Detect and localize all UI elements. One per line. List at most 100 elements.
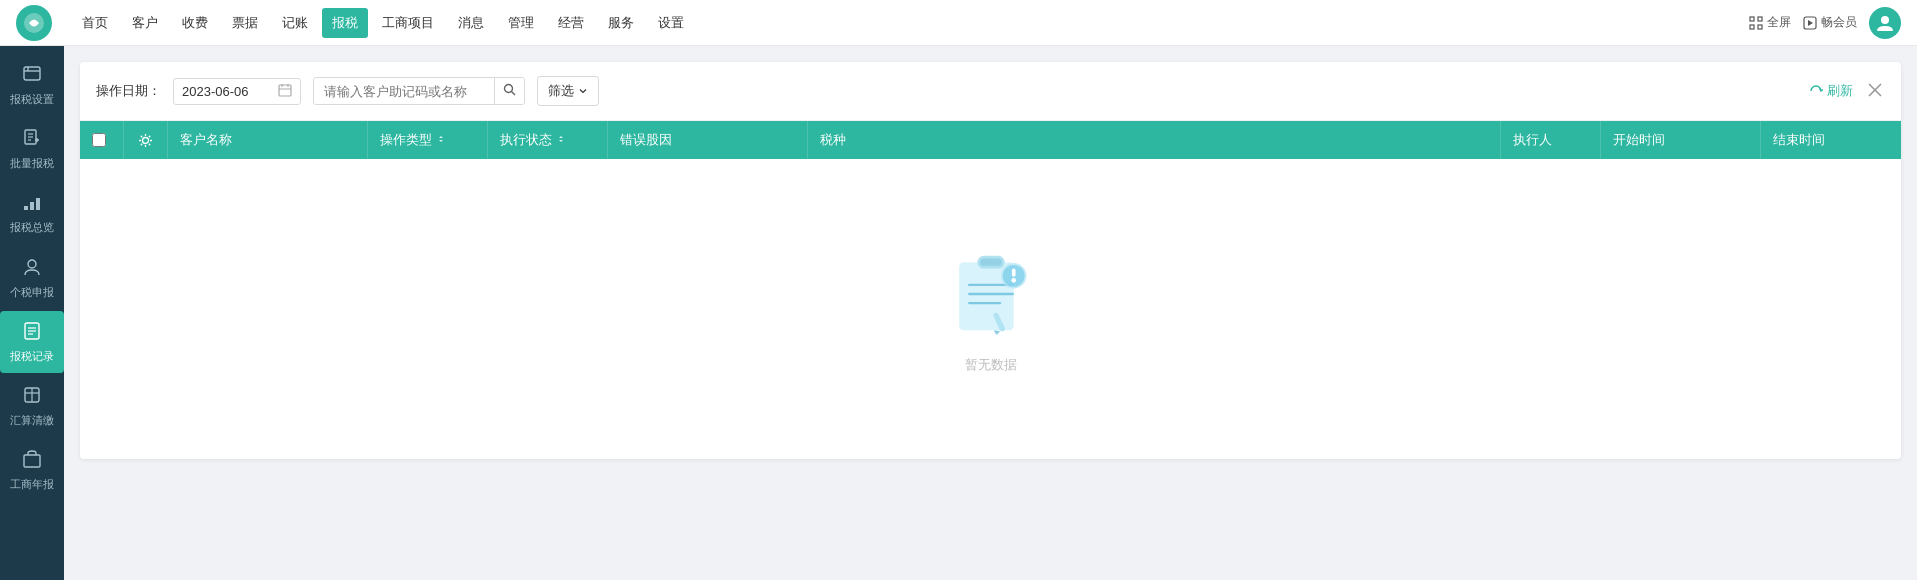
nav-service[interactable]: 服务 (598, 8, 644, 38)
refresh-icon (1809, 84, 1823, 98)
refresh-label: 刷新 (1827, 82, 1853, 100)
th-error-reason: 错误股因 (608, 121, 808, 159)
tax-summary-icon (22, 192, 42, 217)
svg-rect-16 (30, 202, 34, 210)
date-picker[interactable] (173, 78, 301, 105)
sidebar-item-batch-tax[interactable]: 批量报税 (0, 118, 64, 180)
svg-rect-38 (980, 259, 1002, 266)
sidebar-item-tax-record[interactable]: 报税记录 (0, 311, 64, 373)
fullscreen-icon (1749, 16, 1763, 30)
svg-rect-27 (279, 85, 291, 96)
sidebar-item-annual-report[interactable]: 工商年报 (0, 439, 64, 501)
svg-rect-3 (1750, 25, 1754, 29)
svg-marker-6 (1808, 20, 1813, 26)
th-exec-status[interactable]: 执行状态 (488, 121, 608, 159)
empty-state: 暂无数据 (901, 204, 1081, 414)
filter-label: 筛选 (548, 82, 574, 100)
sidebar-item-calculation[interactable]: 汇算清缴 (0, 375, 64, 437)
annual-report-icon (22, 449, 42, 474)
sidebar-batch-tax-label: 批量报税 (10, 157, 54, 170)
date-label: 操作日期： (96, 82, 161, 100)
personal-tax-icon (22, 257, 42, 282)
fullscreen-button[interactable]: 全屏 (1749, 14, 1791, 31)
svg-rect-8 (24, 67, 40, 80)
sidebar-annual-report-label: 工商年报 (10, 478, 54, 491)
gear-icon (138, 133, 153, 148)
tax-settings-icon (22, 64, 42, 89)
sidebar-item-tax-summary[interactable]: 报税总览 (0, 182, 64, 244)
table-scroll-area: 客户名称 操作类型 执行状态 (80, 121, 1901, 459)
svg-point-45 (1011, 278, 1016, 283)
svg-line-32 (512, 92, 516, 96)
nav-charge[interactable]: 收费 (172, 8, 218, 38)
nav-message[interactable]: 消息 (448, 8, 494, 38)
sidebar-tax-summary-label: 报税总览 (10, 221, 54, 234)
chevron-down-icon (578, 84, 588, 99)
nav-finance[interactable]: 经营 (548, 8, 594, 38)
fullscreen-label: 全屏 (1767, 14, 1791, 31)
nav-business[interactable]: 工商项目 (372, 8, 444, 38)
nav-menu: 首页 客户 收费 票据 记账 报税 工商项目 消息 管理 经营 服务 设置 (72, 8, 1749, 38)
calendar-icon (278, 83, 292, 100)
sort-icon-status (556, 134, 566, 146)
svg-point-7 (1881, 16, 1889, 24)
search-button[interactable] (494, 78, 524, 104)
select-all-checkbox[interactable] (92, 133, 106, 147)
close-icon (1867, 82, 1883, 98)
left-sidebar: 报税设置 批量报税 报税总览 (0, 46, 64, 580)
vip-button[interactable]: 畅会员 (1803, 14, 1857, 31)
svg-rect-26 (24, 455, 40, 467)
th-checkbox (80, 121, 124, 159)
th-executor: 执行人 (1501, 121, 1601, 159)
th-tax-type: 税种 (808, 121, 1501, 159)
svg-marker-47 (993, 330, 999, 335)
batch-tax-icon (22, 128, 42, 153)
sidebar-item-tax-settings[interactable]: 报税设置 (0, 54, 64, 116)
nav-customer[interactable]: 客户 (122, 8, 168, 38)
nav-home[interactable]: 首页 (72, 8, 118, 38)
top-navigation: 首页 客户 收费 票据 记账 报税 工商项目 消息 管理 经营 服务 设置 全屏 (0, 0, 1917, 46)
sidebar-calculation-label: 汇算清缴 (10, 414, 54, 427)
th-start-time: 开始时间 (1601, 121, 1761, 159)
toolbar: 操作日期： (80, 62, 1901, 121)
search-wrapper (313, 77, 525, 105)
app-logo[interactable] (16, 5, 52, 41)
th-end-time: 结束时间 (1761, 121, 1901, 159)
th-operation-type[interactable]: 操作类型 (368, 121, 488, 159)
th-gear[interactable] (124, 121, 168, 159)
sidebar-tax-settings-label: 报税设置 (10, 93, 54, 106)
empty-text: 暂无数据 (965, 356, 1017, 374)
sidebar-tax-record-label: 报税记录 (10, 350, 54, 363)
svg-point-35 (143, 137, 149, 143)
nav-tax[interactable]: 报税 (322, 8, 368, 38)
sidebar-item-personal-tax[interactable]: 个税申报 (0, 247, 64, 309)
tax-record-icon (22, 321, 42, 346)
vip-label: 畅会员 (1821, 14, 1857, 31)
date-input[interactable] (182, 84, 272, 99)
user-avatar[interactable] (1869, 7, 1901, 39)
play-icon (1803, 16, 1817, 30)
svg-rect-17 (36, 198, 40, 210)
sort-icon-operation (436, 134, 446, 146)
table-container: 操作日期： (80, 62, 1901, 459)
table-header: 客户名称 操作类型 执行状态 (80, 121, 1901, 159)
nav-settings[interactable]: 设置 (648, 8, 694, 38)
search-icon (503, 83, 516, 96)
sidebar-personal-tax-label: 个税申报 (10, 286, 54, 299)
svg-rect-44 (1011, 269, 1015, 277)
top-right-actions: 全屏 畅会员 (1749, 7, 1901, 39)
nav-account[interactable]: 记账 (272, 8, 318, 38)
empty-illustration (941, 244, 1041, 344)
svg-point-31 (505, 85, 513, 93)
th-customer-name: 客户名称 (168, 121, 368, 159)
refresh-button[interactable]: 刷新 (1809, 82, 1853, 100)
nav-manage[interactable]: 管理 (498, 8, 544, 38)
user-icon (1875, 13, 1895, 33)
filter-button[interactable]: 筛选 (537, 76, 599, 106)
nav-invoice[interactable]: 票据 (222, 8, 268, 38)
svg-rect-1 (1750, 17, 1754, 21)
close-button[interactable] (1865, 80, 1885, 103)
search-input[interactable] (314, 79, 494, 104)
svg-rect-4 (1758, 25, 1762, 29)
calculation-icon (22, 385, 42, 410)
